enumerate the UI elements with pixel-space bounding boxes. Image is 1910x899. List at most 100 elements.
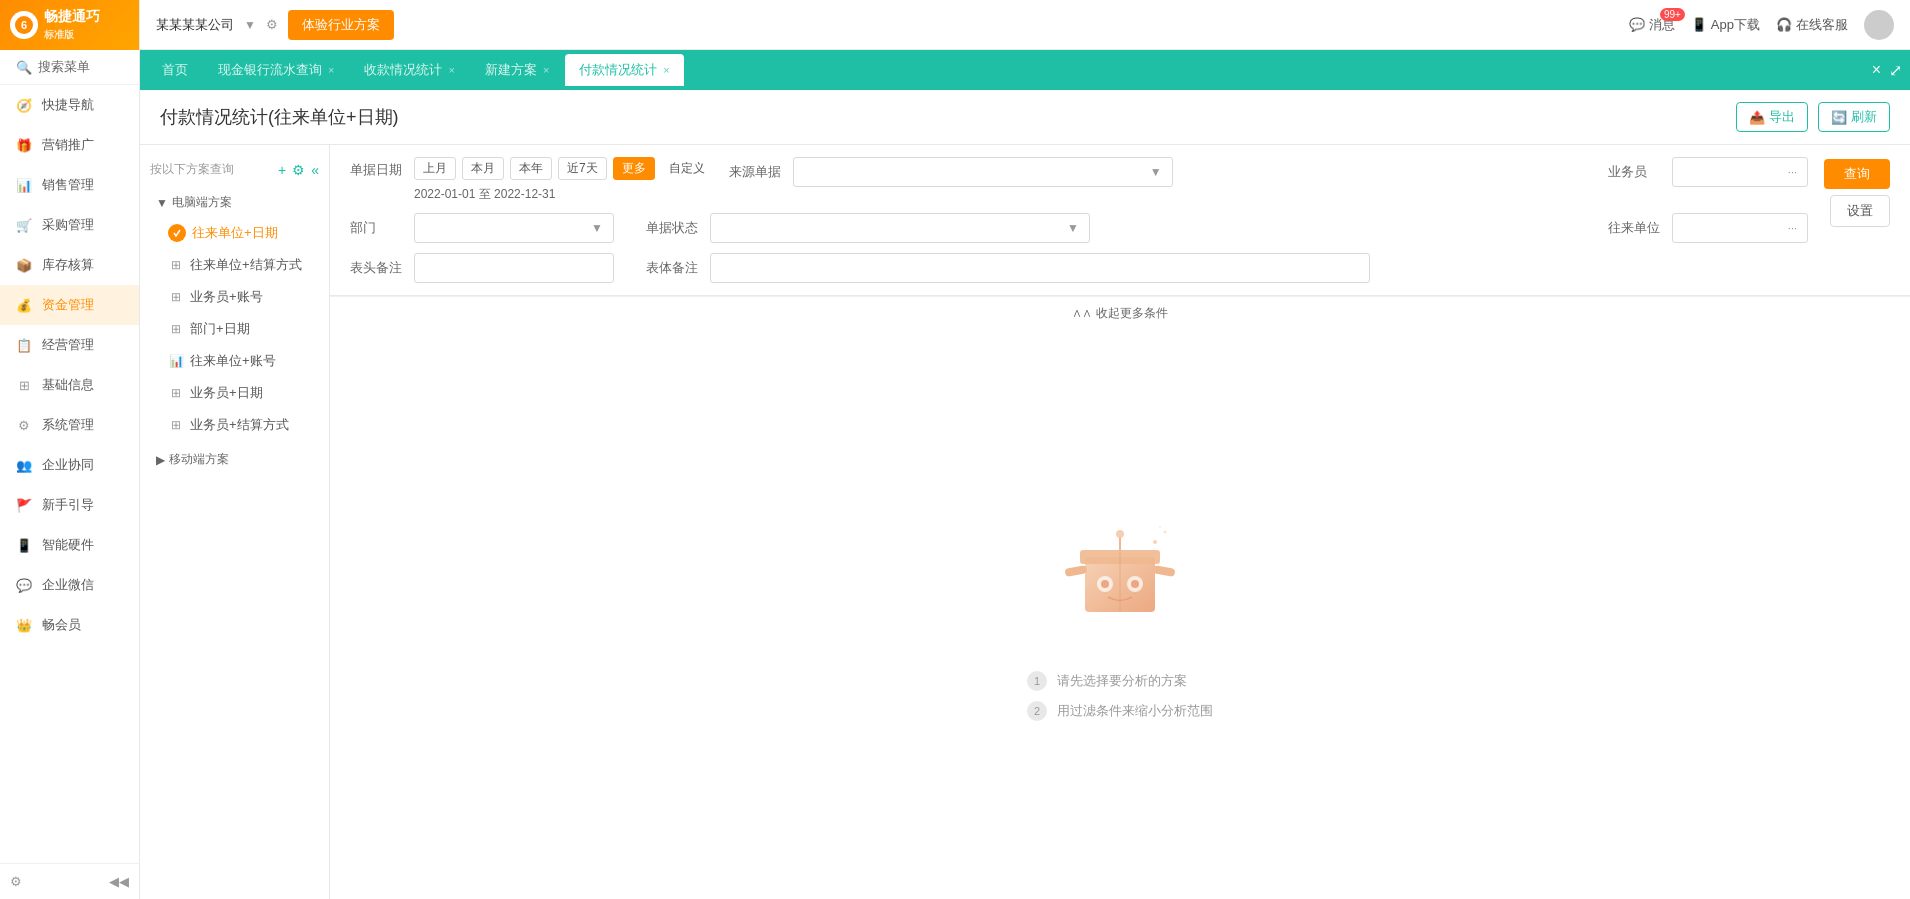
- user-avatar[interactable]: [1864, 10, 1894, 40]
- sidebar-item-system[interactable]: ⚙ 系统管理: [0, 405, 139, 445]
- trial-btn[interactable]: 体验行业方案: [288, 10, 394, 40]
- chevron-right-icon: ▶: [156, 453, 165, 467]
- sidebar-item-operations[interactable]: 📋 经营管理: [0, 325, 139, 365]
- sidebar-item-member[interactable]: 👑 畅会员: [0, 605, 139, 645]
- sidebar-item-basic[interactable]: ⊞ 基础信息: [0, 365, 139, 405]
- panel-title: 按以下方案查询: [150, 161, 234, 178]
- sidebar-item-hardware[interactable]: 📱 智能硬件: [0, 525, 139, 565]
- scheme-item-unit-settlement[interactable]: ⊞ 往来单位+结算方式: [140, 249, 329, 281]
- body-note-input[interactable]: [710, 253, 1370, 283]
- online-service-btn[interactable]: 🎧 在线客服: [1776, 16, 1848, 34]
- active-scheme-icon: [168, 224, 186, 242]
- tab-receipt-stats[interactable]: 收款情况统计 ×: [350, 54, 468, 86]
- tab-bank-flow[interactable]: 现金银行流水查询 ×: [204, 54, 348, 86]
- scheme-item-staff-account[interactable]: ⊞ 业务员+账号: [140, 281, 329, 313]
- tab-payment-stats-close[interactable]: ×: [663, 64, 669, 76]
- header-note-input[interactable]: [414, 253, 614, 283]
- sidebar-item-label: 新手引导: [42, 496, 94, 514]
- chevron-down-icon: ▼: [156, 196, 168, 210]
- source-doc-select[interactable]: ▼: [793, 157, 1173, 187]
- scheme-item-unit-date[interactable]: 往来单位+日期: [140, 217, 329, 249]
- more-dates-btn[interactable]: 更多: [613, 157, 655, 180]
- partner-select[interactable]: ···: [1672, 213, 1808, 243]
- company-name: 某某某某公司: [156, 16, 234, 34]
- svg-rect-9: [1064, 565, 1087, 577]
- tab-new-scheme[interactable]: 新建方案 ×: [471, 54, 563, 86]
- scheme-item-unit-account[interactable]: 📊 往来单位+账号: [140, 345, 329, 377]
- scheme-item-dept-date[interactable]: ⊞ 部门+日期: [140, 313, 329, 345]
- collapse-more-btn[interactable]: ∧∧ 收起更多条件: [330, 296, 1910, 330]
- sidebar-search[interactable]: 🔍 搜索菜单: [0, 50, 139, 85]
- table-icon: ⊞: [168, 417, 184, 433]
- shopping-icon: 🛒: [14, 215, 34, 235]
- scheme-item-label: 业务员+结算方式: [190, 416, 289, 434]
- staff-dots: ···: [1788, 166, 1797, 178]
- sidebar-item-enterprise[interactable]: 👥 企业协同: [0, 445, 139, 485]
- dept-label: 部门: [350, 219, 406, 237]
- sidebar: 6 畅捷通巧 标准版 🔍 搜索菜单 🧭 快捷导航 🎁 营销推广 📊 销售管理 🛒…: [0, 0, 140, 899]
- tab-bank-flow-label: 现金银行流水查询: [218, 61, 322, 79]
- settings-scheme-btn[interactable]: ⚙: [292, 162, 305, 178]
- scheme-group-desktop-title[interactable]: ▼ 电脑端方案: [140, 188, 329, 217]
- tab-new-scheme-label: 新建方案: [485, 61, 537, 79]
- scheme-item-staff-date[interactable]: ⊞ 业务员+日期: [140, 377, 329, 409]
- close-all-tabs-btn[interactable]: ×: [1872, 61, 1881, 80]
- dropdown-arrow-icon[interactable]: ▼: [244, 18, 256, 32]
- sidebar-item-quick-nav[interactable]: 🧭 快捷导航: [0, 85, 139, 125]
- this-year-btn[interactable]: 本年: [510, 157, 552, 180]
- left-panel: 按以下方案查询 + ⚙ « ▼ 电脑端方案: [140, 145, 330, 899]
- filter-settings-btn[interactable]: 设置: [1830, 195, 1890, 227]
- tab-bank-flow-close[interactable]: ×: [328, 64, 334, 76]
- tab-payment-stats-label: 付款情况统计: [579, 61, 657, 79]
- sidebar-item-finance[interactable]: 💰 资金管理: [0, 285, 139, 325]
- doc-status-label: 单据状态: [646, 219, 702, 237]
- topbar-settings-icon[interactable]: ⚙: [266, 17, 278, 32]
- dept-select[interactable]: ▼: [414, 213, 614, 243]
- last-7-days-btn[interactable]: 近7天: [558, 157, 607, 180]
- last-month-btn[interactable]: 上月: [414, 157, 456, 180]
- refresh-btn[interactable]: 🔄 刷新: [1818, 102, 1890, 132]
- collapse-panel-btn[interactable]: «: [311, 162, 319, 178]
- sidebar-item-label: 快捷导航: [42, 96, 94, 114]
- message-count: 99+: [1660, 8, 1685, 21]
- custom-date-btn[interactable]: 自定义: [661, 158, 713, 179]
- sidebar-item-inventory[interactable]: 📦 库存核算: [0, 245, 139, 285]
- app-download-btn[interactable]: 📱 App下载: [1691, 16, 1760, 34]
- query-btn[interactable]: 查询: [1824, 159, 1890, 189]
- left-panel-header: 按以下方案查询 + ⚙ «: [140, 155, 329, 184]
- empty-step-1: 1 请先选择要分析的方案: [1027, 671, 1213, 691]
- sidebar-item-label: 营销推广: [42, 136, 94, 154]
- tab-home[interactable]: 首页: [148, 54, 202, 86]
- scheme-item-label: 往来单位+结算方式: [190, 256, 302, 274]
- sidebar-item-guide[interactable]: 🚩 新手引导: [0, 485, 139, 525]
- staff-select[interactable]: ···: [1672, 157, 1808, 187]
- sidebar-item-purchase[interactable]: 🛒 采购管理: [0, 205, 139, 245]
- service-icon: 🎧: [1776, 17, 1792, 32]
- scheme-item-staff-settlement[interactable]: ⊞ 业务员+结算方式: [140, 409, 329, 441]
- tab-new-scheme-close[interactable]: ×: [543, 64, 549, 76]
- main-area: 某某某某公司 ▼ ⚙ 体验行业方案 💬 消息 99+ 📱 App下载 🎧 在线客…: [140, 0, 1910, 899]
- expand-tabs-btn[interactable]: ⤢: [1889, 61, 1902, 80]
- crown-icon: 👑: [14, 615, 34, 635]
- sidebar-settings-icon[interactable]: ⚙: [10, 874, 22, 889]
- add-scheme-btn[interactable]: +: [278, 162, 286, 178]
- this-month-btn[interactable]: 本月: [462, 157, 504, 180]
- export-icon: 📤: [1749, 110, 1765, 125]
- doc-status-select[interactable]: ▼: [710, 213, 1090, 243]
- content-area: 按以下方案查询 + ⚙ « ▼ 电脑端方案: [140, 145, 1910, 899]
- message-badge[interactable]: 💬 消息 99+: [1629, 16, 1675, 34]
- page-title: 付款情况统计(往来单位+日期): [160, 105, 399, 129]
- sidebar-item-weixin[interactable]: 💬 企业微信: [0, 565, 139, 605]
- collapse-label: 收起更多条件: [1096, 306, 1168, 320]
- sidebar-item-marketing[interactable]: 🎁 营销推广: [0, 125, 139, 165]
- step-2-num: 2: [1027, 701, 1047, 721]
- settings-icon: ⚙: [14, 415, 34, 435]
- app-download-label: App下载: [1711, 16, 1760, 34]
- sidebar-collapse-icon[interactable]: ◀◀: [109, 874, 129, 889]
- tab-payment-stats[interactable]: 付款情况统计 ×: [565, 54, 683, 86]
- sidebar-item-sales[interactable]: 📊 销售管理: [0, 165, 139, 205]
- tab-receipt-stats-close[interactable]: ×: [448, 64, 454, 76]
- scheme-group-mobile-title[interactable]: ▶ 移动端方案: [140, 445, 329, 474]
- page-actions: 📤 导出 🔄 刷新: [1736, 102, 1890, 132]
- export-btn[interactable]: 📤 导出: [1736, 102, 1808, 132]
